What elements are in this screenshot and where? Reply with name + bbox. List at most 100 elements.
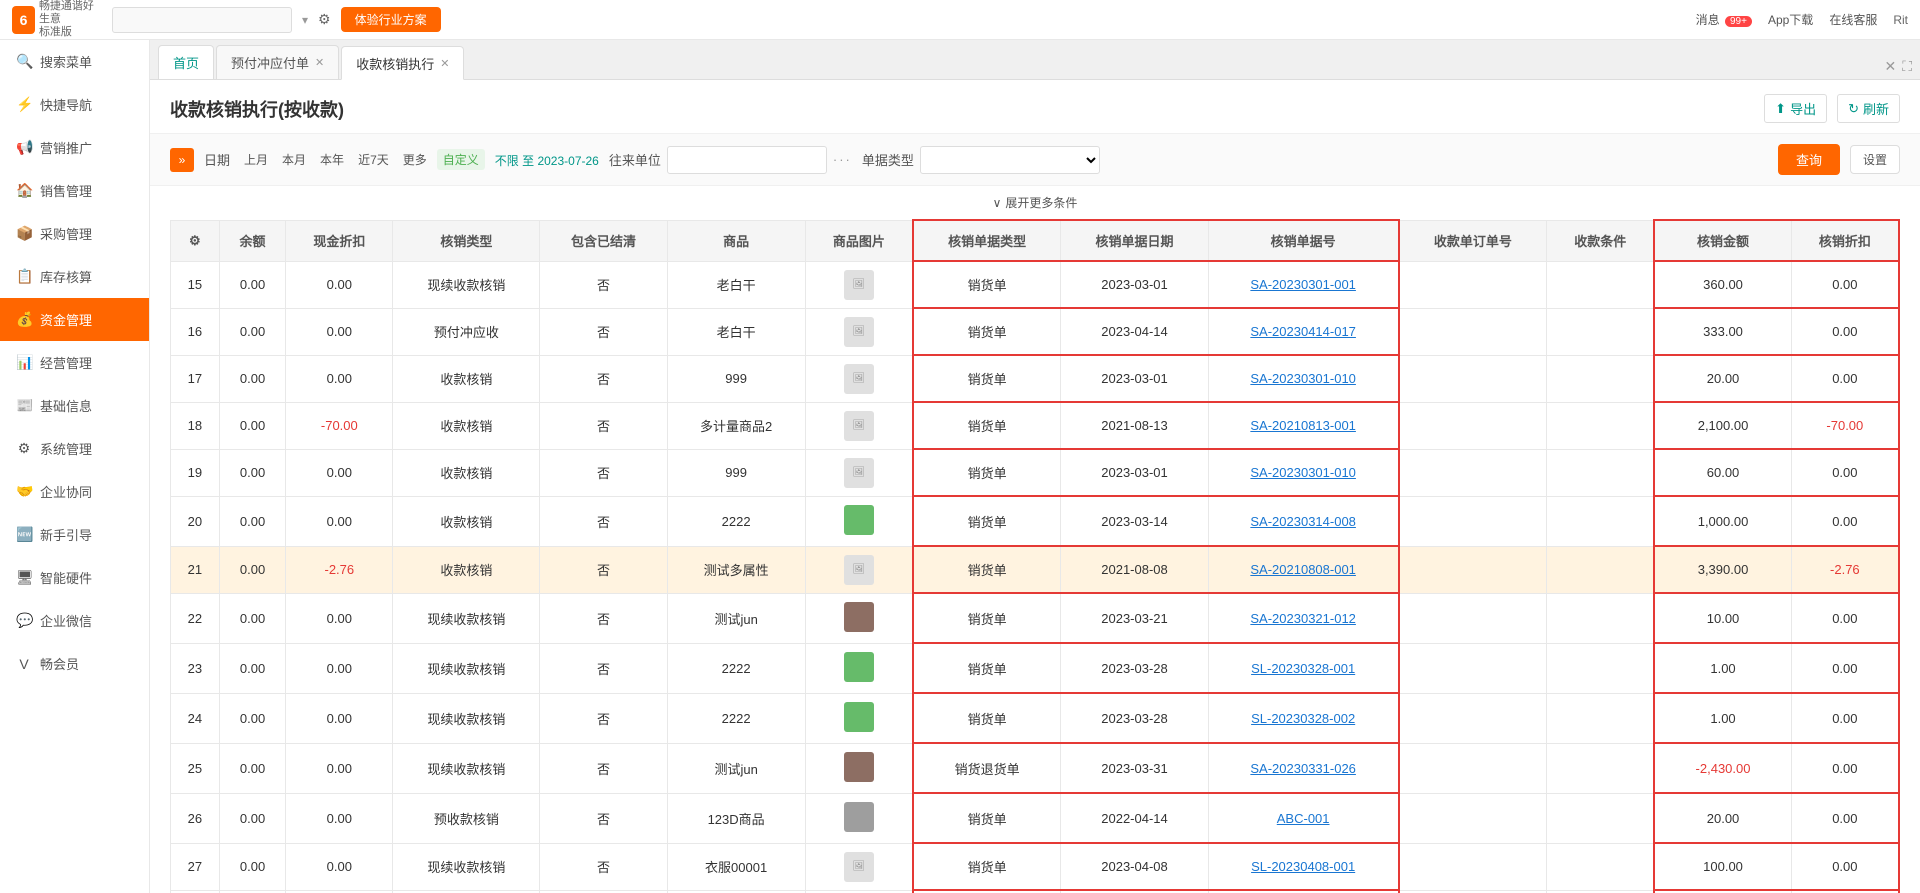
cell-writeoff-date: 2023-03-28	[1061, 693, 1208, 743]
sidebar-item-finance[interactable]: 💰 资金管理	[0, 298, 149, 341]
close-icon[interactable]: ✕	[440, 57, 449, 70]
close-window-icon[interactable]: ✕	[1884, 58, 1896, 75]
writeoff-number-link[interactable]: SA-20230414-017	[1250, 324, 1356, 339]
sidebar-item-inventory[interactable]: 📋 库存核算	[0, 255, 149, 298]
logo: 6 畅捷通谐好生意 标准版	[12, 0, 102, 39]
cell-include-settled: 否	[540, 402, 667, 449]
cell-receipt-order-no	[1399, 355, 1547, 402]
gear-icon[interactable]: ⚙	[318, 11, 331, 28]
cell-writeoff-amount: 2,100.00	[1654, 402, 1791, 449]
partner-input[interactable]	[667, 146, 827, 174]
cell-include-settled: 否	[540, 261, 667, 308]
cell-writeoff-voucher-type: 销货单	[913, 308, 1061, 355]
cell-writeoff-amount: 1.00	[1654, 643, 1791, 693]
cell-writeoff-date: 2023-03-28	[1061, 643, 1208, 693]
top-bar: 6 畅捷通谐好生意 标准版 ▾ ⚙ 体验行业方案 消息 99+ App下载 在线…	[0, 0, 1920, 40]
writeoff-number-link[interactable]: SA-20210808-001	[1250, 562, 1356, 577]
cell-writeoff-type: 收款核销	[393, 355, 540, 402]
sidebar-item-basic[interactable]: 📰 基础信息	[0, 384, 149, 427]
col-receipt-condition: 收款条件	[1547, 220, 1655, 261]
expand-conditions-button[interactable]: ∨ 展开更多条件	[170, 186, 1900, 219]
date-last-month[interactable]: 上月	[240, 149, 272, 170]
cell-seq: 22	[171, 593, 220, 643]
cell-writeoff-type: 收款核销	[393, 449, 540, 496]
sidebar-item-member[interactable]: V 畅会员	[0, 642, 149, 685]
wechat-icon: 💬	[16, 612, 32, 629]
chevron-down-icon: ▾	[302, 13, 308, 27]
writeoff-number-link[interactable]: SL-20230328-001	[1251, 661, 1355, 676]
export-button[interactable]: ⬆ 导出	[1764, 94, 1827, 123]
writeoff-number-link[interactable]: SA-20230301-010	[1250, 371, 1356, 386]
cell-seq: 25	[171, 743, 220, 793]
voucher-type-select[interactable]	[920, 146, 1100, 174]
col-writeoff-voucher-type: 核销单据类型	[913, 220, 1061, 261]
page-header: 收款核销执行(按收款) ⬆ 导出 ↻ 刷新	[150, 80, 1920, 134]
partner-picker-icon[interactable]: ···	[833, 152, 852, 167]
writeoff-number-link[interactable]: SA-20230301-010	[1250, 465, 1356, 480]
writeoff-number-link[interactable]: SA-20230314-008	[1250, 514, 1356, 529]
page-title: 收款核销执行(按收款)	[170, 96, 344, 122]
sidebar-item-marketing[interactable]: 📢 营销推广	[0, 126, 149, 169]
date-range: 不限 至 2023-07-26	[495, 152, 599, 169]
sidebar-item-search[interactable]: 🔍 搜索菜单	[0, 40, 149, 83]
notification-link[interactable]: 消息 99+	[1696, 11, 1752, 28]
service-link[interactable]: 在线客服	[1829, 11, 1877, 28]
cell-writeoff-date: 2021-08-13	[1061, 402, 1208, 449]
cell-product-img: 🖼	[805, 402, 913, 449]
date-this-month[interactable]: 本月	[278, 149, 310, 170]
sidebar-item-quick-nav[interactable]: ⚡ 快捷导航	[0, 83, 149, 126]
filter-expand-button[interactable]: »	[170, 148, 194, 172]
cell-cash-discount: 0.00	[286, 261, 393, 308]
date-custom[interactable]: 自定义	[437, 149, 485, 170]
cell-balance: 0.00	[219, 496, 286, 546]
writeoff-number-link[interactable]: SL-20230328-002	[1251, 711, 1355, 726]
writeoff-number-link[interactable]: SA-20230331-026	[1250, 761, 1356, 776]
writeoff-number-link[interactable]: SA-20210813-001	[1250, 418, 1356, 433]
settings-button[interactable]: 设置	[1850, 145, 1900, 174]
cell-writeoff-type: 预收款核销	[393, 793, 540, 843]
cell-writeoff-number: SA-20230414-017	[1208, 308, 1399, 355]
refresh-button[interactable]: ↻ 刷新	[1837, 94, 1900, 123]
cell-writeoff-discount: 0.00	[1791, 743, 1899, 793]
cell-writeoff-date: 2023-03-21	[1061, 593, 1208, 643]
writeoff-number-link[interactable]: SL-20230408-001	[1251, 859, 1355, 874]
writeoff-number-link[interactable]: SA-20230301-001	[1250, 277, 1356, 292]
voucher-type-field: 单据类型	[862, 146, 1100, 174]
maximize-icon[interactable]: ⛶	[1902, 58, 1912, 75]
tab-home[interactable]: 首页	[158, 45, 214, 79]
cell-writeoff-voucher-type: 销货单	[913, 643, 1061, 693]
col-writeoff-amount: 核销金额	[1654, 220, 1791, 261]
sidebar-item-wechat[interactable]: 💬 企业微信	[0, 599, 149, 642]
cell-writeoff-voucher-type: 销货单	[913, 843, 1061, 890]
sidebar-item-guide[interactable]: 🆕 新手引导	[0, 513, 149, 556]
writeoff-number-link[interactable]: SA-20230321-012	[1250, 611, 1356, 626]
export-icon: ⬆	[1775, 101, 1786, 117]
sidebar-item-enterprise[interactable]: 🤝 企业协同	[0, 470, 149, 513]
close-icon[interactable]: ✕	[315, 56, 324, 69]
cell-include-settled: 否	[540, 496, 667, 546]
cell-writeoff-type: 收款核销	[393, 402, 540, 449]
sidebar-item-sales[interactable]: 🏠 销售管理	[0, 169, 149, 212]
sidebar-item-system[interactable]: ⚙ 系统管理	[0, 427, 149, 470]
sidebar-item-smart-hw[interactable]: 🖥 智能硬件	[0, 556, 149, 599]
tab-prepay[interactable]: 预付冲应付单 ✕	[216, 45, 339, 79]
cell-receipt-condition	[1547, 743, 1655, 793]
cell-writeoff-voucher-type: 销货单	[913, 593, 1061, 643]
product-thumb: 🖼	[844, 852, 874, 882]
date-more[interactable]: 更多	[399, 149, 431, 170]
cell-writeoff-type: 预付冲应收	[393, 308, 540, 355]
date-7days[interactable]: 近7天	[354, 149, 393, 170]
date-this-year[interactable]: 本年	[316, 149, 348, 170]
partner-field: 往来单位 ···	[609, 146, 852, 174]
query-button[interactable]: 查询	[1778, 144, 1840, 175]
writeoff-number-link[interactable]: ABC-001	[1277, 811, 1330, 826]
sidebar-item-operations[interactable]: 📊 经营管理	[0, 341, 149, 384]
cell-seq: 21	[171, 546, 220, 593]
lightning-icon: ⚡	[16, 96, 32, 113]
search-input[interactable]	[112, 7, 292, 33]
sidebar-item-purchase[interactable]: 📦 采购管理	[0, 212, 149, 255]
tab-receipts[interactable]: 收款核销执行 ✕	[341, 46, 464, 80]
col-gear[interactable]: ⚙	[171, 220, 220, 261]
trial-button[interactable]: 体验行业方案	[341, 7, 441, 32]
app-download-link[interactable]: App下载	[1768, 11, 1813, 28]
